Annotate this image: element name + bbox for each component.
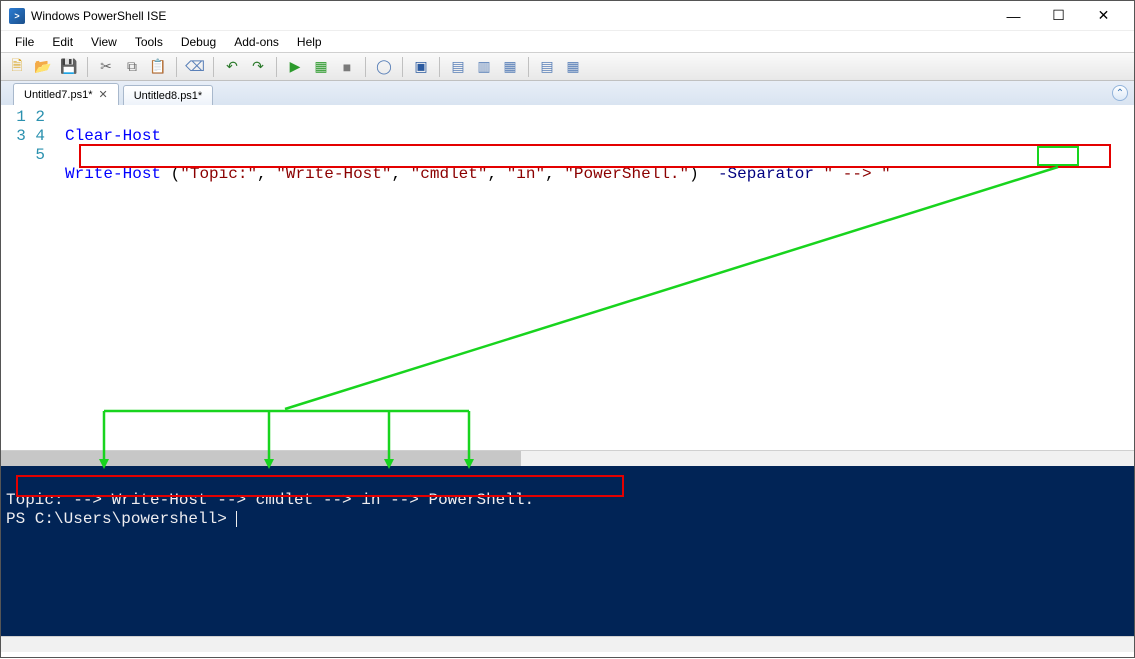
- open-folder-icon[interactable]: 📂: [31, 56, 55, 78]
- commands-icon[interactable]: ▤: [535, 56, 559, 78]
- close-button[interactable]: ✕: [1081, 1, 1126, 30]
- editor-tab[interactable]: Untitled7.ps1* ✕: [13, 83, 119, 105]
- toolbar-separator: [402, 57, 403, 77]
- window-title: Windows PowerShell ISE: [31, 9, 991, 23]
- paste-icon[interactable]: 📋: [146, 56, 170, 78]
- scrollbar-thumb[interactable]: [1, 451, 521, 466]
- redo-icon[interactable]: ↷: [246, 56, 270, 78]
- copy-icon[interactable]: ⧉: [120, 56, 144, 78]
- menu-item-edit[interactable]: Edit: [44, 33, 81, 51]
- run-selection-icon[interactable]: ▦: [309, 56, 333, 78]
- stop-icon[interactable]: ■: [335, 56, 359, 78]
- menu-item-view[interactable]: View: [83, 33, 125, 51]
- minimize-button[interactable]: —: [991, 1, 1036, 30]
- cut-icon[interactable]: ✂: [94, 56, 118, 78]
- toolbar-separator: [365, 57, 366, 77]
- remote-icon[interactable]: ▣: [409, 56, 433, 78]
- save-icon[interactable]: 💾: [57, 56, 81, 78]
- new-file-icon[interactable]: 🗎: [5, 56, 29, 78]
- console-cursor: [236, 511, 237, 527]
- console-pane[interactable]: Topic: --> Write-Host --> cmdlet --> in …: [1, 466, 1134, 636]
- line-number-gutter: 1 2 3 4 5: [1, 105, 63, 450]
- clear-icon[interactable]: ⌫: [183, 56, 207, 78]
- toolbar-separator: [87, 57, 88, 77]
- toolbar-separator: [176, 57, 177, 77]
- layout3-icon[interactable]: ▦: [498, 56, 522, 78]
- tabbar: Untitled7.ps1* ✕ Untitled8.ps1* ⌃: [1, 81, 1134, 105]
- toolbar-separator: [528, 57, 529, 77]
- menu-item-debug[interactable]: Debug: [173, 33, 224, 51]
- undo-icon[interactable]: ↶: [220, 56, 244, 78]
- console-output: Topic: --> Write-Host --> cmdlet --> in …: [6, 491, 534, 509]
- code-area[interactable]: Clear-Host Write-Host ("Topic:", "Write-…: [63, 105, 1134, 450]
- expand-editor-icon[interactable]: ⌃: [1112, 85, 1128, 101]
- run-icon[interactable]: ▶: [283, 56, 307, 78]
- menu-item-addons[interactable]: Add-ons: [226, 33, 287, 51]
- breakpoint-icon[interactable]: ◯: [372, 56, 396, 78]
- script-editor[interactable]: 1 2 3 4 5 Clear-Host Write-Host ("Topic:…: [1, 105, 1134, 450]
- menu-item-help[interactable]: Help: [289, 33, 330, 51]
- console-horizontal-scrollbar[interactable]: [1, 636, 1134, 652]
- menu-item-tools[interactable]: Tools: [127, 33, 171, 51]
- toolbar-separator: [276, 57, 277, 77]
- code-line-1: Clear-Host: [65, 127, 161, 145]
- toolbar: 🗎📂💾✂⧉📋⌫↶↷▶▦■◯▣▤▥▦▤▦: [1, 53, 1134, 81]
- window-controls: — ☐ ✕: [991, 1, 1126, 30]
- editor-horizontal-scrollbar[interactable]: [1, 450, 1134, 466]
- tab-label: Untitled7.ps1*: [24, 89, 93, 101]
- titlebar: > Windows PowerShell ISE — ☐ ✕: [1, 1, 1134, 31]
- console-prompt: PS C:\Users\powershell>: [6, 510, 236, 528]
- app-icon: >: [9, 8, 25, 24]
- layout1-icon[interactable]: ▤: [446, 56, 470, 78]
- cmdlet-write-host: Write-Host: [65, 165, 161, 183]
- maximize-button[interactable]: ☐: [1036, 1, 1081, 30]
- tab-close-icon[interactable]: ✕: [99, 88, 108, 101]
- menu-item-file[interactable]: File: [7, 33, 42, 51]
- toolbar-separator: [213, 57, 214, 77]
- parameter-separator: -Separator: [718, 165, 814, 183]
- addons-icon[interactable]: ▦: [561, 56, 585, 78]
- tab-label: Untitled8.ps1*: [134, 90, 203, 102]
- editor-tab[interactable]: Untitled8.ps1*: [123, 85, 214, 105]
- menubar: FileEditViewToolsDebugAdd-onsHelp: [1, 31, 1134, 53]
- toolbar-separator: [439, 57, 440, 77]
- layout2-icon[interactable]: ▥: [472, 56, 496, 78]
